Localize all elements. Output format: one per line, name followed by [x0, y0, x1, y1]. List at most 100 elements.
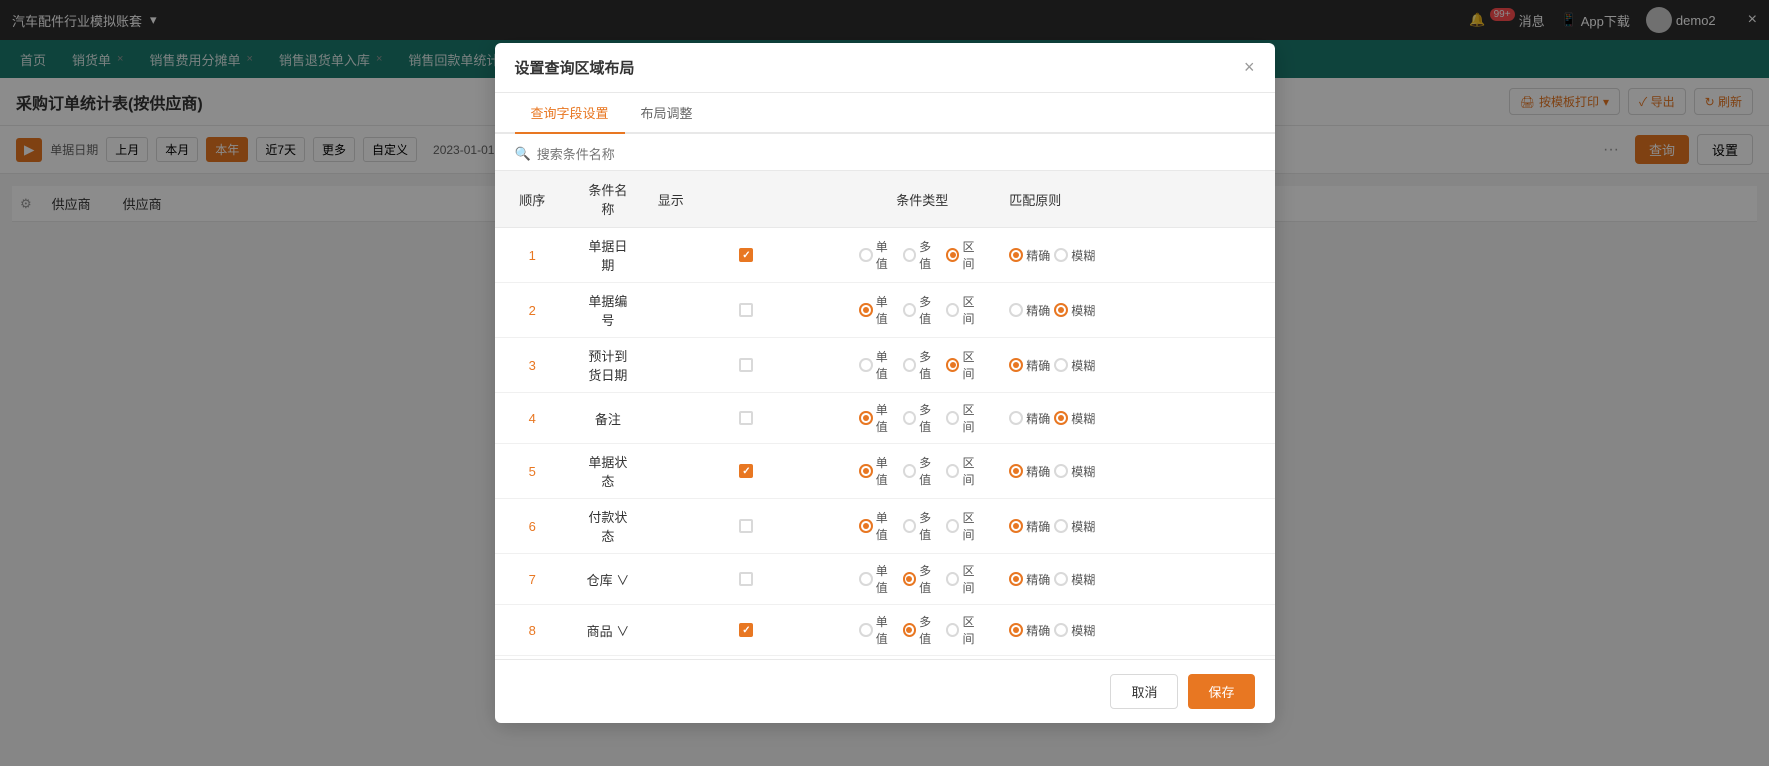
- cancel-button[interactable]: 取消: [1110, 674, 1178, 709]
- row-visible-cell: [646, 393, 848, 444]
- visible-checkbox[interactable]: [739, 464, 753, 478]
- type-radio-item[interactable]: 区间: [946, 238, 985, 272]
- radio-circle: [903, 623, 917, 637]
- type-radio-item[interactable]: 单值: [859, 348, 898, 382]
- modal-table: 顺序 条件名称 显示 条件类型 匹配原则 1单据日期单值多值区间精确模糊2单据编…: [495, 171, 1275, 659]
- match-radio-item[interactable]: 精确: [1009, 518, 1050, 535]
- modal-overlay: 设置查询区域布局 × 查询字段设置 布局调整 🔍 顺序 条件名称 显示 条件类型: [0, 0, 1769, 766]
- match-radio-item[interactable]: 精确: [1009, 571, 1050, 588]
- match-radio-item[interactable]: 模糊: [1054, 357, 1095, 374]
- match-radio-item[interactable]: 模糊: [1054, 247, 1095, 264]
- type-radio-item[interactable]: 区间: [946, 454, 985, 488]
- row-match-cell: 精确模糊: [997, 283, 1274, 338]
- type-radio-item[interactable]: 区间: [946, 613, 985, 647]
- radio-circle: [903, 248, 917, 262]
- row-type-cell: 单值多值区间: [847, 444, 997, 499]
- type-radio-item[interactable]: 多值: [903, 348, 942, 382]
- match-radio-item[interactable]: 精确: [1009, 302, 1050, 319]
- th-type: 条件类型: [847, 171, 997, 228]
- table-row: 2单据编号单值多值区间精确模糊: [495, 283, 1275, 338]
- radio-circle: [946, 358, 960, 372]
- row-order: 4: [495, 393, 571, 444]
- match-radio-item[interactable]: 精确: [1009, 247, 1050, 264]
- type-radio-item[interactable]: 多值: [903, 613, 942, 647]
- radio-circle: [1054, 248, 1068, 262]
- match-radio-item[interactable]: 模糊: [1054, 622, 1095, 639]
- visible-checkbox[interactable]: [739, 572, 753, 586]
- radio-circle: [1054, 519, 1068, 533]
- match-radio-item[interactable]: 精确: [1009, 357, 1050, 374]
- row-order: 3: [495, 338, 571, 393]
- type-radio-item[interactable]: 区间: [946, 348, 985, 382]
- type-radio-item[interactable]: 区间: [946, 401, 985, 435]
- type-radio-item[interactable]: 单值: [859, 238, 898, 272]
- match-radio-item[interactable]: 模糊: [1054, 302, 1095, 319]
- type-radio-item[interactable]: 单值: [859, 293, 898, 327]
- radio-circle: [903, 303, 917, 317]
- search-input[interactable]: [537, 147, 1255, 162]
- save-button[interactable]: 保存: [1188, 674, 1254, 709]
- row-type-cell: 单值多值区间: [847, 338, 997, 393]
- match-radio-item[interactable]: 模糊: [1054, 571, 1095, 588]
- type-radio-item[interactable]: 单值: [859, 401, 898, 435]
- type-radio-item[interactable]: 区间: [946, 293, 985, 327]
- type-radio-item[interactable]: 区间: [946, 509, 985, 543]
- type-radio-item[interactable]: 多值: [903, 238, 942, 272]
- visible-checkbox[interactable]: [739, 623, 753, 637]
- modal-tab-layout[interactable]: 布局调整: [625, 93, 709, 134]
- radio-circle: [1054, 303, 1068, 317]
- radio-circle: [1054, 411, 1068, 425]
- table-row: 4备注单值多值区间精确模糊: [495, 393, 1275, 444]
- visible-checkbox[interactable]: [739, 519, 753, 533]
- type-radio-item[interactable]: 单值: [859, 509, 898, 543]
- th-order: 顺序: [495, 171, 571, 228]
- row-name: 付款状态: [570, 499, 646, 554]
- type-radio-item[interactable]: 单值: [859, 562, 898, 596]
- type-radio-item[interactable]: 区间: [946, 562, 985, 596]
- visible-checkbox[interactable]: [739, 358, 753, 372]
- row-visible-cell: [646, 499, 848, 554]
- radio-circle: [1009, 411, 1023, 425]
- th-match: 匹配原则: [997, 171, 1274, 228]
- modal-tabs: 查询字段设置 布局调整: [495, 93, 1275, 134]
- row-name: 仓库 ∨: [570, 554, 646, 605]
- row-match-cell: 精确模糊: [997, 605, 1274, 656]
- th-name: 条件名称: [570, 171, 646, 228]
- row-visible-cell: [646, 554, 848, 605]
- table-row: 5单据状态单值多值区间精确模糊: [495, 444, 1275, 499]
- type-radio-item[interactable]: 多值: [903, 401, 942, 435]
- match-radio-item[interactable]: 模糊: [1054, 463, 1095, 480]
- match-radio-item[interactable]: 精确: [1009, 622, 1050, 639]
- row-type-cell: 单值多值区间: [847, 605, 997, 656]
- type-radio-item[interactable]: 多值: [903, 562, 942, 596]
- radio-circle: [859, 623, 873, 637]
- modal-tab-query-fields[interactable]: 查询字段设置: [515, 93, 625, 134]
- row-name: 单据日期: [570, 228, 646, 283]
- match-radio-item[interactable]: 精确: [1009, 463, 1050, 480]
- radio-circle: [903, 358, 917, 372]
- visible-checkbox[interactable]: [739, 411, 753, 425]
- radio-circle: [859, 248, 873, 262]
- modal-close-button[interactable]: ×: [1244, 57, 1255, 78]
- type-radio-item[interactable]: 多值: [903, 454, 942, 488]
- match-radio-item[interactable]: 精确: [1009, 410, 1050, 427]
- row-order: 1: [495, 228, 571, 283]
- radio-circle: [946, 464, 960, 478]
- row-order: 5: [495, 444, 571, 499]
- radio-circle: [859, 464, 873, 478]
- row-match-cell: 精确模糊: [997, 499, 1274, 554]
- modal-footer: 取消 保存: [495, 659, 1275, 723]
- type-radio-item[interactable]: 多值: [903, 293, 942, 327]
- match-radio-item[interactable]: 模糊: [1054, 518, 1095, 535]
- row-type-cell: 单值多值区间: [847, 228, 997, 283]
- row-match-cell: 精确模糊: [997, 393, 1274, 444]
- table-row: 6付款状态单值多值区间精确模糊: [495, 499, 1275, 554]
- match-radio-item[interactable]: 模糊: [1054, 410, 1095, 427]
- visible-checkbox[interactable]: [739, 303, 753, 317]
- visible-checkbox[interactable]: [739, 248, 753, 262]
- radio-circle: [1009, 358, 1023, 372]
- type-radio-item[interactable]: 单值: [859, 454, 898, 488]
- th-visible: 显示: [646, 171, 848, 228]
- type-radio-item[interactable]: 单值: [859, 613, 898, 647]
- type-radio-item[interactable]: 多值: [903, 509, 942, 543]
